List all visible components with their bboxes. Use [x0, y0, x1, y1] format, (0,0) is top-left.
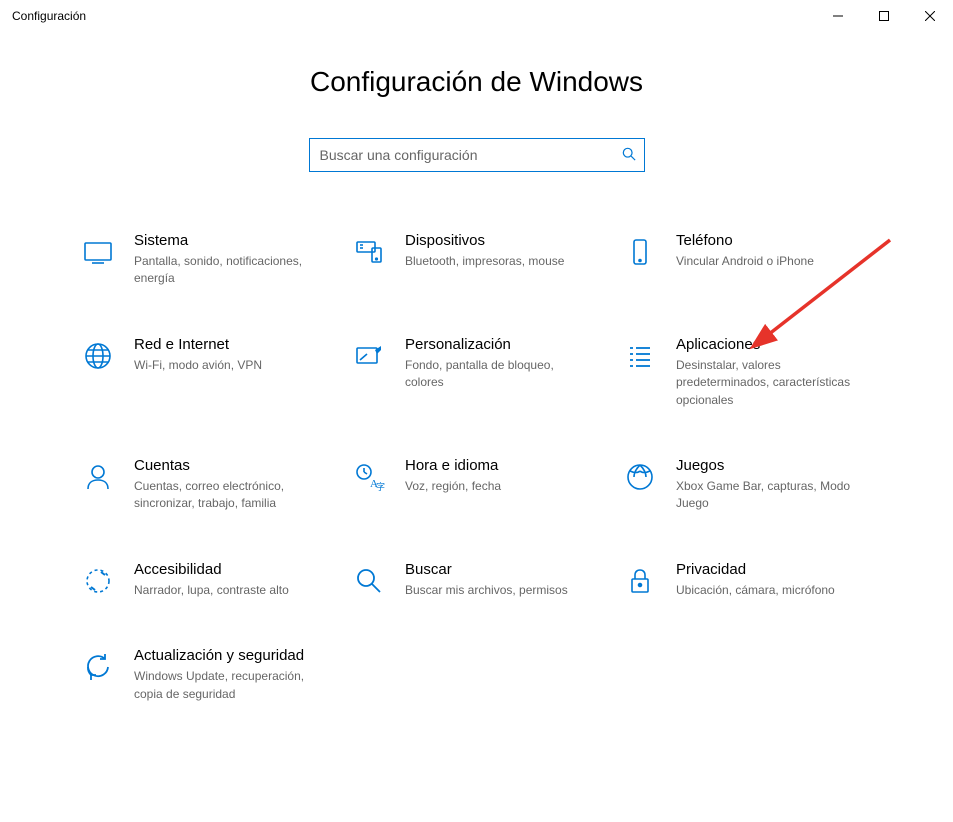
category-title: Red e Internet [134, 336, 323, 353]
category-actualizacion[interactable]: Actualización y seguridad Windows Update… [80, 647, 331, 703]
accessibility-icon [80, 563, 116, 599]
category-aplicaciones[interactable]: Aplicaciones Desinstalar, valores predet… [622, 336, 873, 409]
category-desc: Desinstalar, valores predeterminados, ca… [676, 357, 865, 409]
category-dispositivos[interactable]: Dispositivos Bluetooth, impresoras, mous… [351, 232, 602, 288]
network-icon [80, 338, 116, 374]
category-desc: Wi-Fi, modo avión, VPN [134, 357, 323, 374]
category-title: Juegos [676, 457, 865, 474]
category-cuentas[interactable]: Cuentas Cuentas, correo electrónico, sin… [80, 457, 331, 513]
category-title: Cuentas [134, 457, 323, 474]
category-title: Teléfono [676, 232, 865, 249]
phone-icon [622, 234, 658, 270]
category-red[interactable]: Red e Internet Wi-Fi, modo avión, VPN [80, 336, 331, 409]
category-desc: Narrador, lupa, contraste alto [134, 582, 323, 599]
search-category-icon [351, 563, 387, 599]
category-desc: Voz, región, fecha [405, 478, 594, 495]
category-desc: Windows Update, recuperación, copia de s… [134, 668, 323, 703]
category-desc: Vincular Android o iPhone [676, 253, 865, 270]
search-input[interactable] [320, 147, 622, 163]
window-title: Configuración [12, 9, 86, 23]
window-controls [815, 0, 953, 32]
search-box[interactable] [309, 138, 645, 172]
categories-grid: Sistema Pantalla, sonido, notificaciones… [0, 172, 953, 703]
page-title: Configuración de Windows [0, 66, 953, 98]
time-language-icon: A字 [351, 459, 387, 495]
category-buscar[interactable]: Buscar Buscar mis archivos, permisos [351, 561, 602, 599]
gaming-icon [622, 459, 658, 495]
search-icon [622, 147, 636, 164]
personalization-icon [351, 338, 387, 374]
category-telefono[interactable]: Teléfono Vincular Android o iPhone [622, 232, 873, 288]
category-title: Actualización y seguridad [134, 647, 323, 664]
category-desc: Ubicación, cámara, micrófono [676, 582, 865, 599]
category-desc: Fondo, pantalla de bloqueo, colores [405, 357, 594, 392]
maximize-button[interactable] [861, 0, 907, 32]
category-desc: Cuentas, correo electrónico, sincronizar… [134, 478, 323, 513]
category-title: Aplicaciones [676, 336, 865, 353]
category-title: Buscar [405, 561, 594, 578]
category-hora[interactable]: A字 Hora e idioma Voz, región, fecha [351, 457, 602, 513]
minimize-button[interactable] [815, 0, 861, 32]
privacy-icon [622, 563, 658, 599]
category-title: Hora e idioma [405, 457, 594, 474]
category-personalizacion[interactable]: Personalización Fondo, pantalla de bloqu… [351, 336, 602, 409]
category-desc: Buscar mis archivos, permisos [405, 582, 594, 599]
apps-icon [622, 338, 658, 374]
system-icon [80, 234, 116, 270]
category-sistema[interactable]: Sistema Pantalla, sonido, notificaciones… [80, 232, 331, 288]
category-title: Dispositivos [405, 232, 594, 249]
category-title: Sistema [134, 232, 323, 249]
category-desc: Xbox Game Bar, capturas, Modo Juego [676, 478, 865, 513]
category-accesibilidad[interactable]: Accesibilidad Narrador, lupa, contraste … [80, 561, 331, 599]
category-title: Accesibilidad [134, 561, 323, 578]
category-privacidad[interactable]: Privacidad Ubicación, cámara, micrófono [622, 561, 873, 599]
devices-icon [351, 234, 387, 270]
category-desc: Pantalla, sonido, notificaciones, energí… [134, 253, 323, 288]
svg-text:字: 字 [376, 481, 385, 492]
category-juegos[interactable]: Juegos Xbox Game Bar, capturas, Modo Jue… [622, 457, 873, 513]
close-button[interactable] [907, 0, 953, 32]
accounts-icon [80, 459, 116, 495]
category-title: Privacidad [676, 561, 865, 578]
titlebar: Configuración [0, 0, 953, 32]
update-icon [80, 649, 116, 685]
category-desc: Bluetooth, impresoras, mouse [405, 253, 594, 270]
search-container [0, 138, 953, 172]
category-title: Personalización [405, 336, 594, 353]
